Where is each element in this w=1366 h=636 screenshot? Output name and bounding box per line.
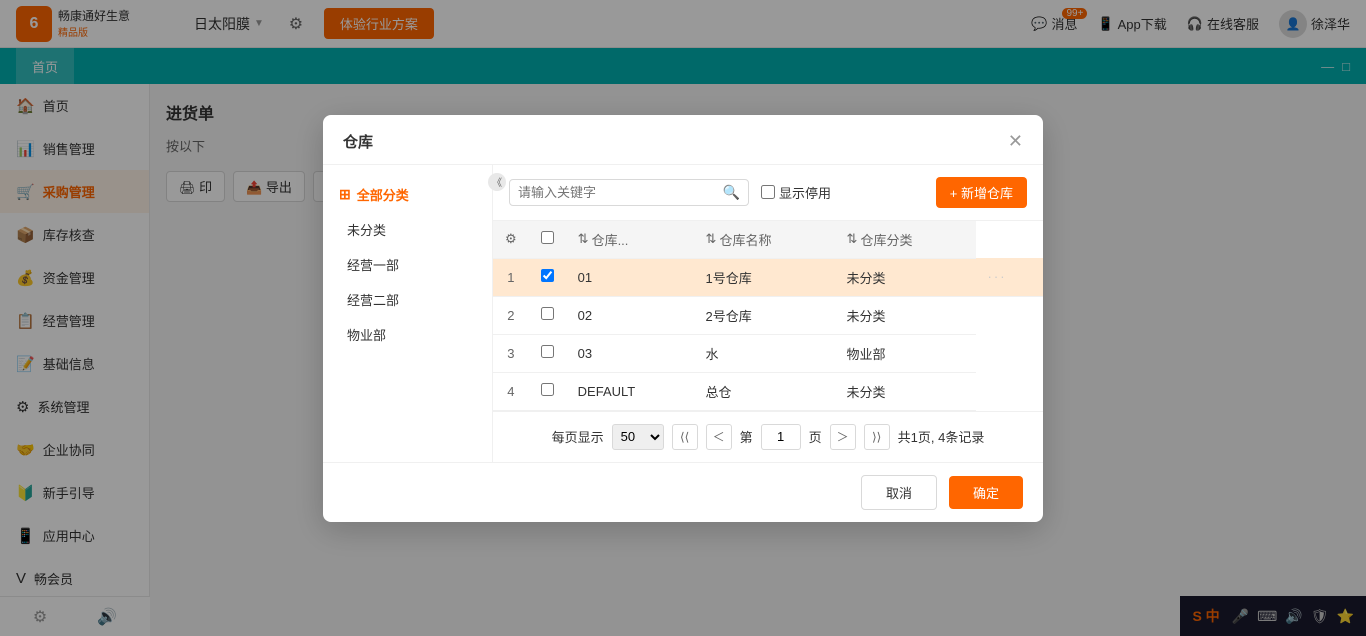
grid-icon: ⊞ (339, 186, 351, 203)
show-disabled-label[interactable]: 显示停用 (761, 183, 831, 202)
search-icon[interactable]: 🔍 (723, 184, 740, 201)
page-label: 页 (809, 427, 822, 446)
sort-icon-2: ⇅ (706, 231, 717, 247)
show-disabled-checkbox[interactable] (761, 185, 775, 199)
col-category: ⇅ 仓库分类 (835, 221, 976, 259)
table-row[interactable]: 3 03 水 物业部 (493, 334, 1043, 372)
cat-operations-1[interactable]: 经营一部 (323, 247, 492, 282)
per-page-label: 每页显示 (552, 427, 604, 446)
search-input[interactable] (518, 185, 723, 200)
add-warehouse-button[interactable]: + 新增仓库 (936, 177, 1027, 208)
col-check (529, 221, 566, 259)
table-row[interactable]: 1 01 1号仓库 未分类 ··· (493, 258, 1043, 296)
col-code: ⇅ 仓库... (566, 221, 694, 259)
cancel-button[interactable]: 取消 (861, 475, 937, 510)
row-num: 4 (493, 372, 529, 410)
row-code: 02 (566, 296, 694, 334)
row-category: 未分类 (835, 258, 976, 296)
page-number-input[interactable] (761, 424, 801, 450)
warehouse-dialog: 仓库 ✕ ⊞ 全部分类 未分类 经营一部 经营二部 物业部 《 (323, 115, 1043, 522)
row-num: 3 (493, 334, 529, 372)
row-category: 未分类 (835, 372, 976, 410)
row-check[interactable] (529, 334, 566, 372)
dialog-title: 仓库 (343, 131, 373, 152)
modal-overlay: 仓库 ✕ ⊞ 全部分类 未分类 经营一部 经营二部 物业部 《 (0, 0, 1366, 636)
row-name: 总仓 (694, 372, 835, 410)
table-row[interactable]: 2 02 2号仓库 未分类 (493, 296, 1043, 334)
dialog-body: ⊞ 全部分类 未分类 经营一部 经营二部 物业部 《 🔍 (323, 165, 1043, 462)
search-box: 🔍 (509, 179, 749, 206)
per-page-select[interactable]: 50 100 (612, 424, 664, 450)
row-check[interactable] (529, 372, 566, 410)
next-page-button[interactable]: ＞ (830, 424, 856, 450)
total-label: 共1页, 4条记录 (898, 427, 985, 446)
cat-operations-2[interactable]: 经营二部 (323, 282, 492, 317)
row-name: 1号仓库 (694, 258, 835, 296)
all-categories-label: 全部分类 (357, 185, 409, 204)
row-name: 2号仓库 (694, 296, 835, 334)
col-name: ⇅ 仓库名称 (694, 221, 835, 259)
first-page-button[interactable]: ⟨⟨ (672, 424, 698, 450)
row-actions[interactable]: ··· (976, 258, 1043, 296)
page-label-before: 第 (740, 427, 753, 446)
row-check[interactable] (529, 258, 566, 296)
all-categories-header[interactable]: ⊞ 全部分类 (323, 177, 492, 212)
warehouse-table: ⚙ ⇅ 仓库... ⇅ (493, 221, 1043, 411)
col-settings: ⚙ (493, 221, 529, 259)
dialog-header: 仓库 ✕ (323, 115, 1043, 165)
row-category: 未分类 (835, 296, 976, 334)
row-code: 03 (566, 334, 694, 372)
dialog-footer: 取消 确定 (323, 462, 1043, 522)
collapse-button[interactable]: 《 (488, 173, 506, 191)
row-name: 水 (694, 334, 835, 372)
row-code: DEFAULT (566, 372, 694, 410)
confirm-button[interactable]: 确定 (949, 476, 1023, 509)
category-panel: ⊞ 全部分类 未分类 经营一部 经营二部 物业部 (323, 165, 493, 462)
row-code: 01 (566, 258, 694, 296)
select-all-checkbox[interactable] (541, 231, 554, 244)
row-check[interactable] (529, 296, 566, 334)
pagination: 每页显示 50 100 ⟨⟨ ＜ 第 页 ＞ ⟩⟩ 共1页, 4条记录 (493, 411, 1043, 462)
sort-icon-3: ⇅ (847, 231, 858, 247)
warehouse-list-panel: 🔍 显示停用 + 新增仓库 ⚙ (493, 165, 1043, 462)
cat-property[interactable]: 物业部 (323, 317, 492, 352)
cat-unclassified[interactable]: 未分类 (323, 212, 492, 247)
sort-icon: ⇅ (578, 231, 589, 247)
prev-page-button[interactable]: ＜ (706, 424, 732, 450)
table-row[interactable]: 4 DEFAULT 总仓 未分类 (493, 372, 1043, 410)
warehouse-table-wrap: ⚙ ⇅ 仓库... ⇅ (493, 221, 1043, 411)
dialog-toolbar: 🔍 显示停用 + 新增仓库 (493, 165, 1043, 221)
last-page-button[interactable]: ⟩⟩ (864, 424, 890, 450)
row-num: 1 (493, 258, 529, 296)
row-category: 物业部 (835, 334, 976, 372)
close-icon[interactable]: ✕ (1008, 132, 1023, 150)
row-num: 2 (493, 296, 529, 334)
